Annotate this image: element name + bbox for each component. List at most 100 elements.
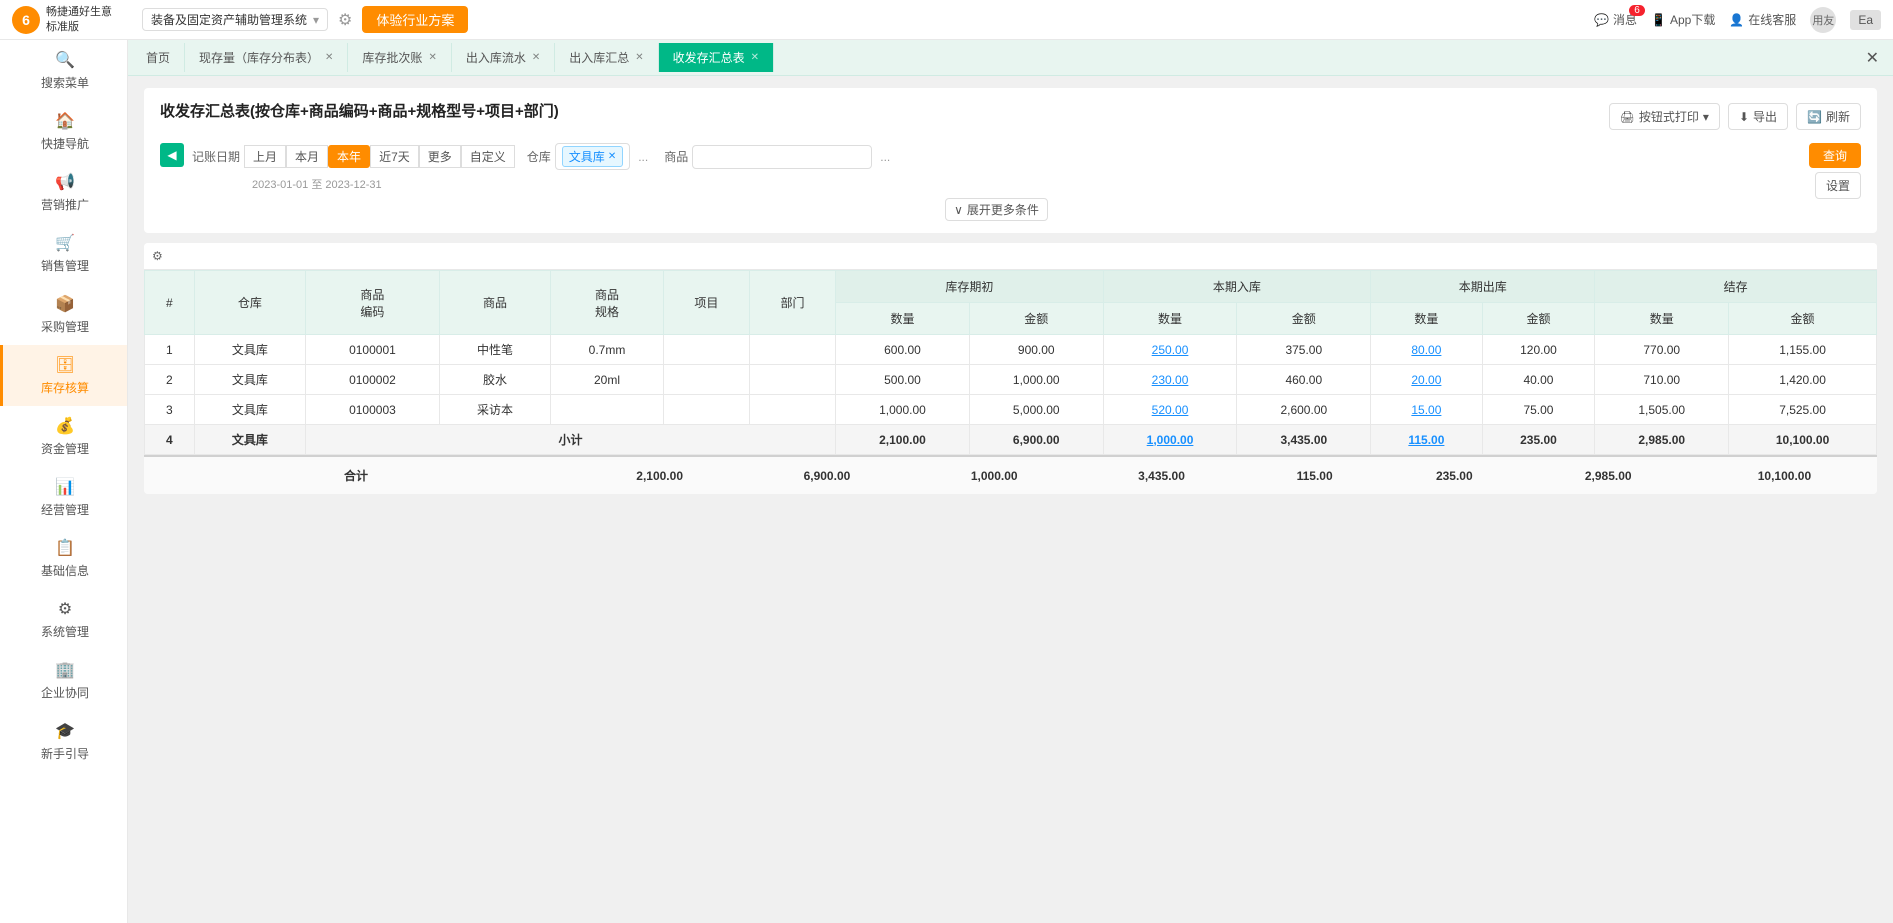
gear-icon[interactable]: ⚙ <box>338 10 352 30</box>
tab-home[interactable]: 首页 <box>132 43 185 72</box>
sidebar-item-marketing[interactable]: 📢 营销推广 <box>0 162 127 223</box>
cell-out-qty[interactable]: 15.00 <box>1371 395 1482 425</box>
subtotal-label: 小计 <box>306 425 836 455</box>
th-index: # <box>145 271 195 335</box>
goods-more-dots[interactable]: ... <box>876 150 894 164</box>
goods-input[interactable] <box>692 145 872 169</box>
system-name: 装备及固定资产辅助管理系统 <box>151 11 307 28</box>
tab-close-batch[interactable]: ✕ <box>428 52 436 63</box>
print-button[interactable]: 🖨 按钮式打印 ▾ <box>1609 103 1720 130</box>
content-area: 首页 现存量（库存分布表） ✕ 库存批次账 ✕ 出入库流水 ✕ 出入库汇总 ✕ … <box>128 40 1893 923</box>
message-button[interactable]: 💬 消息 6 <box>1594 11 1637 28</box>
query-actions: 查询 设置 <box>1809 143 1861 199</box>
date-btn-this-month[interactable]: 本月 <box>286 145 328 168</box>
date-btn-last-month[interactable]: 上月 <box>244 145 286 168</box>
warehouse-input[interactable]: 文具库 ✕ <box>555 143 630 170</box>
tab-stock-dist[interactable]: 现存量（库存分布表） ✕ <box>185 43 348 72</box>
expand-button[interactable]: ∨ 展开更多条件 <box>945 198 1048 221</box>
tab-bar-close-button[interactable]: ✕ <box>1856 48 1889 68</box>
sidebar-item-corp[interactable]: 🏢 企业协同 <box>0 650 127 711</box>
date-btn-more[interactable]: 更多 <box>419 145 461 168</box>
clipboard-icon: 📋 <box>55 538 75 558</box>
table-container: ⚙ # 仓库 商品编码 商品 商品规格 项目 部门 库存期初 <box>144 243 1877 494</box>
cell-in-qty[interactable]: 250.00 <box>1103 335 1237 365</box>
subtotal-in-qty[interactable]: 1,000.00 <box>1103 425 1237 455</box>
th-goods-spec: 商品规格 <box>551 271 664 335</box>
sidebar-item-inventory[interactable]: 🗄 库存核算 <box>0 345 127 406</box>
sidebar-item-search[interactable]: 🔍 搜索菜单 <box>0 40 127 101</box>
tab-close-inout-flow[interactable]: ✕ <box>532 52 540 63</box>
sidebar-item-quick[interactable]: 🏠 快捷导航 <box>0 101 127 162</box>
footer-balance-amt: 10,100.00 <box>1692 463 1877 488</box>
date-range-display: 2023-01-01 至 2023-12-31 <box>248 176 1801 192</box>
sidebar-item-operation[interactable]: 📊 经营管理 <box>0 467 127 528</box>
tab-close-inout-summary[interactable]: ✕ <box>635 52 643 63</box>
footer-opening-amt: 6,900.00 <box>743 463 910 488</box>
chevron-print-icon: ▾ <box>1703 110 1709 124</box>
warehouse-more-dots[interactable]: ... <box>634 150 652 164</box>
cell-out-qty[interactable]: 20.00 <box>1371 365 1482 395</box>
subtotal-in-amt: 3,435.00 <box>1237 425 1371 455</box>
table-row: 1 文具库 0100001 中性笔 0.7mm 600.00 900.00 25… <box>145 335 1877 365</box>
table-settings-icon[interactable]: ⚙ <box>152 249 163 263</box>
sidebar: 🔍 搜索菜单 🏠 快捷导航 📢 营销推广 🛒 销售管理 📦 采购管理 🗄 库存核… <box>0 40 128 923</box>
query-button[interactable]: 查询 <box>1809 143 1861 168</box>
user-menu-button[interactable]: 用友 <box>1810 7 1836 33</box>
refresh-button[interactable]: 🔄 刷新 <box>1796 103 1861 130</box>
cell-out-qty[interactable]: 80.00 <box>1371 335 1482 365</box>
date-btn-this-year[interactable]: 本年 <box>328 145 370 168</box>
cell-in-qty[interactable]: 230.00 <box>1103 365 1237 395</box>
tab-recv-send[interactable]: 收发存汇总表 ✕ <box>659 43 774 72</box>
date-btn-7days[interactable]: 近7天 <box>370 145 419 168</box>
tab-batch[interactable]: 库存批次账 ✕ <box>348 43 451 72</box>
sidebar-item-finance[interactable]: 💰 资金管理 <box>0 406 127 467</box>
cell-balance-amt: 1,155.00 <box>1729 335 1877 365</box>
filter-toggle-arrow[interactable]: ◀ <box>160 143 184 167</box>
cell-balance-qty: 1,505.00 <box>1595 395 1729 425</box>
subtotal-out-qty[interactable]: 115.00 <box>1371 425 1482 455</box>
tab-close-stock-dist[interactable]: ✕ <box>325 52 333 63</box>
sidebar-item-base[interactable]: 📋 基础信息 <box>0 528 127 589</box>
footer-opening-qty: 2,100.00 <box>576 463 743 488</box>
try-button[interactable]: 体验行业方案 <box>362 6 468 33</box>
th-goods-code: 商品编码 <box>306 271 440 335</box>
warehouse-filter-group: 仓库 文具库 ✕ ... <box>527 143 652 170</box>
header-right: 💬 消息 6 📱 App下载 👤 在线客服 用友 Ea <box>1594 7 1881 33</box>
warehouse-tag-close[interactable]: ✕ <box>608 151 616 162</box>
sidebar-item-system[interactable]: ⚙ 系统管理 <box>0 589 127 650</box>
settings-button[interactable]: 设置 <box>1815 172 1861 199</box>
cell-opening-qty: 600.00 <box>836 335 970 365</box>
th-in-group: 本期入库 <box>1103 271 1371 303</box>
cell-opening-amt: 900.00 <box>969 335 1103 365</box>
subtotal-balance-qty: 2,985.00 <box>1595 425 1729 455</box>
th-balance-amt: 金额 <box>1729 303 1877 335</box>
search-icon: 🔍 <box>55 50 75 70</box>
sidebar-item-newbie[interactable]: 🎓 新手引导 <box>0 711 127 772</box>
footer-table: 合计 2,100.00 6,900.00 1,000.00 3,435.00 1… <box>144 463 1877 488</box>
tab-inout-summary[interactable]: 出入库汇总 ✕ <box>555 43 658 72</box>
th-opening-group: 库存期初 <box>836 271 1104 303</box>
cell-index: 1 <box>145 335 195 365</box>
tab-close-recv-send[interactable]: ✕ <box>751 52 759 63</box>
export-button[interactable]: ⬇ 导出 <box>1728 103 1788 130</box>
cell-project <box>663 395 749 425</box>
cell-balance-qty: 710.00 <box>1595 365 1729 395</box>
avatar: 用友 <box>1810 7 1836 33</box>
cell-department <box>749 365 835 395</box>
sidebar-item-sales[interactable]: 🛒 销售管理 <box>0 223 127 284</box>
online-service-button[interactable]: 👤 在线客服 <box>1729 11 1796 28</box>
app-download-button[interactable]: 📱 App下载 <box>1651 11 1715 28</box>
sidebar-item-purchase[interactable]: 📦 采购管理 <box>0 284 127 345</box>
table-subtotal-row: 4 文具库 小计 2,100.00 6,900.00 1,000.00 3,43… <box>145 425 1877 455</box>
th-department: 部门 <box>749 271 835 335</box>
system-selector[interactable]: 装备及固定资产辅助管理系统 ▾ <box>142 8 328 31</box>
cell-opening-amt: 1,000.00 <box>969 365 1103 395</box>
cell-balance-amt: 7,525.00 <box>1729 395 1877 425</box>
warehouse-tag: 文具库 ✕ <box>562 146 623 167</box>
filter-row-1: 记账日期 上月 本月 本年 近7天 更多 自定义 <box>192 143 1801 170</box>
tab-inout-flow[interactable]: 出入库流水 ✕ <box>452 43 555 72</box>
date-btn-custom[interactable]: 自定义 <box>461 145 515 168</box>
filter-card: 收发存汇总表(按仓库+商品编码+商品+规格型号+项目+部门) 🖨 按钮式打印 ▾… <box>144 88 1877 233</box>
subtotal-index: 4 <box>145 425 195 455</box>
cell-in-qty[interactable]: 520.00 <box>1103 395 1237 425</box>
